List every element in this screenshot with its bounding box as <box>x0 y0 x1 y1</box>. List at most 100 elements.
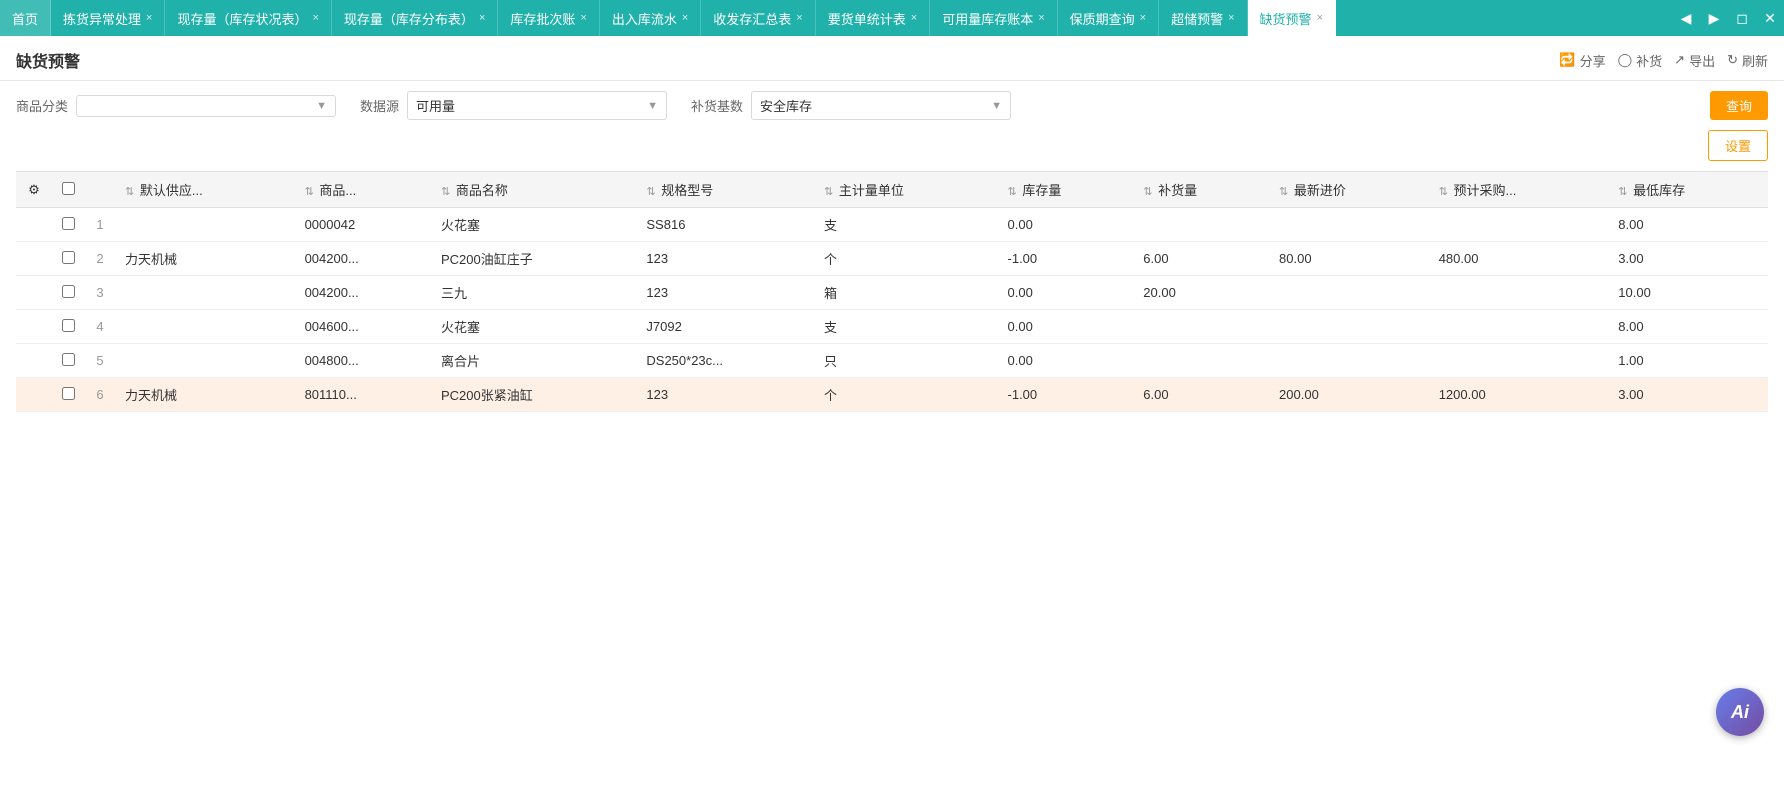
row-gear-3 <box>16 310 52 344</box>
tab-close-shortage[interactable]: × <box>1317 12 1323 24</box>
row-spec-1: 123 <box>636 242 814 276</box>
share-button[interactable]: 🔁 分享 <box>1559 51 1605 70</box>
col-estimated[interactable]: ⇅ 预计采购... <box>1429 172 1609 208</box>
row-latest-price-1: 80.00 <box>1269 242 1429 276</box>
refresh-button[interactable]: ↻ 刷新 <box>1727 51 1768 70</box>
tab-summary[interactable]: 收发存汇总表 × <box>701 0 815 36</box>
category-arrow-icon: ▼ <box>316 100 327 112</box>
col-min-stock[interactable]: ⇅ 最低库存 <box>1608 172 1768 208</box>
tab-close-picking[interactable]: × <box>146 12 152 24</box>
row-cb-2[interactable] <box>52 276 85 310</box>
tab-close-requisition[interactable]: × <box>911 12 917 24</box>
col-replenish[interactable]: ⇅ 补货量 <box>1133 172 1269 208</box>
datasource-value: 可用量 <box>416 96 455 115</box>
col-spec[interactable]: ⇅ 规格型号 <box>636 172 814 208</box>
col-latest-price[interactable]: ⇅ 最新进价 <box>1269 172 1429 208</box>
tab-stock-status[interactable]: 现存量（库存状况表） × <box>165 0 331 36</box>
row-cb-1[interactable] <box>52 242 85 276</box>
row-replenish-5: 6.00 <box>1133 378 1269 412</box>
tab-inout[interactable]: 出入库流水 × <box>600 0 701 36</box>
row-checkbox-2[interactable] <box>62 285 75 298</box>
row-gear-4 <box>16 344 52 378</box>
tab-close-inout[interactable]: × <box>682 12 688 24</box>
tab-available[interactable]: 可用量库存账本 × <box>930 0 1057 36</box>
datasource-select[interactable]: 可用量 ▼ <box>407 91 667 120</box>
tab-home[interactable]: 首页 <box>0 0 51 36</box>
row-latest-price-2 <box>1269 276 1429 310</box>
replenish-icon: ◯ <box>1618 52 1633 68</box>
row-code-5: 801110... <box>295 378 431 412</box>
tab-close-batch[interactable]: × <box>580 12 586 24</box>
row-cb-4[interactable] <box>52 344 85 378</box>
tab-close-all-btn[interactable]: ✕ <box>1756 10 1784 27</box>
col-code[interactable]: ⇅ 商品... <box>295 172 431 208</box>
col-supplier[interactable]: ⇅ 默认供应... <box>115 172 295 208</box>
tab-requisition[interactable]: 要货单统计表 × <box>816 0 930 36</box>
tab-restore-btn[interactable]: ◻ <box>1728 10 1756 27</box>
row-spec-4: DS250*23c... <box>636 344 814 378</box>
col-stock[interactable]: ⇅ 库存量 <box>998 172 1134 208</box>
table-header-row: ⚙ ⇅ 默认供应... ⇅ 商品... ⇅ <box>16 172 1768 208</box>
replenish-select[interactable]: 安全库存 ▼ <box>751 91 1011 120</box>
table-row: 1 0000042 火花塞 SS816 支 0.00 8.00 <box>16 208 1768 242</box>
replenish-filter-group: 补货基数 安全库存 ▼ <box>691 91 1011 120</box>
category-filter-group: 商品分类 ▼ <box>16 95 336 117</box>
category-label: 商品分类 <box>16 96 68 115</box>
row-stock-0: 0.00 <box>998 208 1134 242</box>
row-checkbox-4[interactable] <box>62 353 75 366</box>
col-gear[interactable]: ⚙ <box>16 172 52 208</box>
row-name-4: 离合片 <box>431 344 636 378</box>
query-button[interactable]: 查询 <box>1710 91 1768 120</box>
tab-close-stock-status[interactable]: × <box>312 12 318 24</box>
row-code-1: 004200... <box>295 242 431 276</box>
tab-expiry[interactable]: 保质期查询 × <box>1058 0 1159 36</box>
row-cb-5[interactable] <box>52 378 85 412</box>
col-name[interactable]: ⇅ 商品名称 <box>431 172 636 208</box>
row-replenish-1: 6.00 <box>1133 242 1269 276</box>
tab-close-overstock[interactable]: × <box>1228 12 1234 24</box>
tab-batch[interactable]: 库存批次账 × <box>498 0 599 36</box>
sort-replenish-icon: ⇅ <box>1143 186 1152 198</box>
row-num-5: 6 <box>85 378 115 412</box>
row-spec-2: 123 <box>636 276 814 310</box>
row-supplier-2 <box>115 276 295 310</box>
select-all-checkbox[interactable] <box>62 182 75 195</box>
col-checkbox-header <box>52 172 85 208</box>
tab-shortage[interactable]: 缺货预警 × <box>1248 0 1336 36</box>
tab-close-available[interactable]: × <box>1038 12 1044 24</box>
tab-close-summary[interactable]: × <box>796 12 802 24</box>
row-checkbox-5[interactable] <box>62 387 75 400</box>
row-checkbox-1[interactable] <box>62 251 75 264</box>
row-replenish-2: 20.00 <box>1133 276 1269 310</box>
row-name-3: 火花塞 <box>431 310 636 344</box>
tab-controls: ◀ ▶ ◻ ✕ <box>1672 10 1784 27</box>
tab-close-expiry[interactable]: × <box>1140 12 1146 24</box>
row-unit-1: 个 <box>814 242 998 276</box>
ai-assistant-button[interactable]: Ai <box>1716 688 1764 736</box>
row-checkbox-3[interactable] <box>62 319 75 332</box>
filter-area: 商品分类 ▼ 数据源 可用量 ▼ 补货基数 安全库存 ▼ <box>0 81 1784 161</box>
tab-next-btn[interactable]: ▶ <box>1700 10 1728 27</box>
tab-stock-dist[interactable]: 现存量（库存分布表） × <box>332 0 498 36</box>
settings-button[interactable]: 设置 <box>1708 130 1768 161</box>
row-spec-5: 123 <box>636 378 814 412</box>
export-button[interactable]: ↗ 导出 <box>1674 51 1715 70</box>
tab-picking[interactable]: 拣货异常处理 × <box>51 0 165 36</box>
row-estimated-1: 480.00 <box>1429 242 1609 276</box>
tab-prev-btn[interactable]: ◀ <box>1672 10 1700 27</box>
tab-close-stock-dist[interactable]: × <box>479 12 485 24</box>
row-supplier-3 <box>115 310 295 344</box>
row-unit-4: 只 <box>814 344 998 378</box>
row-checkbox-0[interactable] <box>62 217 75 230</box>
category-select[interactable]: ▼ <box>76 95 336 117</box>
row-supplier-4 <box>115 344 295 378</box>
row-cb-0[interactable] <box>52 208 85 242</box>
row-min-stock-5: 3.00 <box>1608 378 1768 412</box>
col-unit[interactable]: ⇅ 主计量单位 <box>814 172 998 208</box>
row-cb-3[interactable] <box>52 310 85 344</box>
replenish-arrow-icon: ▼ <box>991 100 1002 112</box>
replenish-button[interactable]: ◯ 补货 <box>1618 51 1663 70</box>
row-unit-5: 个 <box>814 378 998 412</box>
tab-overstock[interactable]: 超储预警 × <box>1159 0 1247 36</box>
row-stock-1: -1.00 <box>998 242 1134 276</box>
